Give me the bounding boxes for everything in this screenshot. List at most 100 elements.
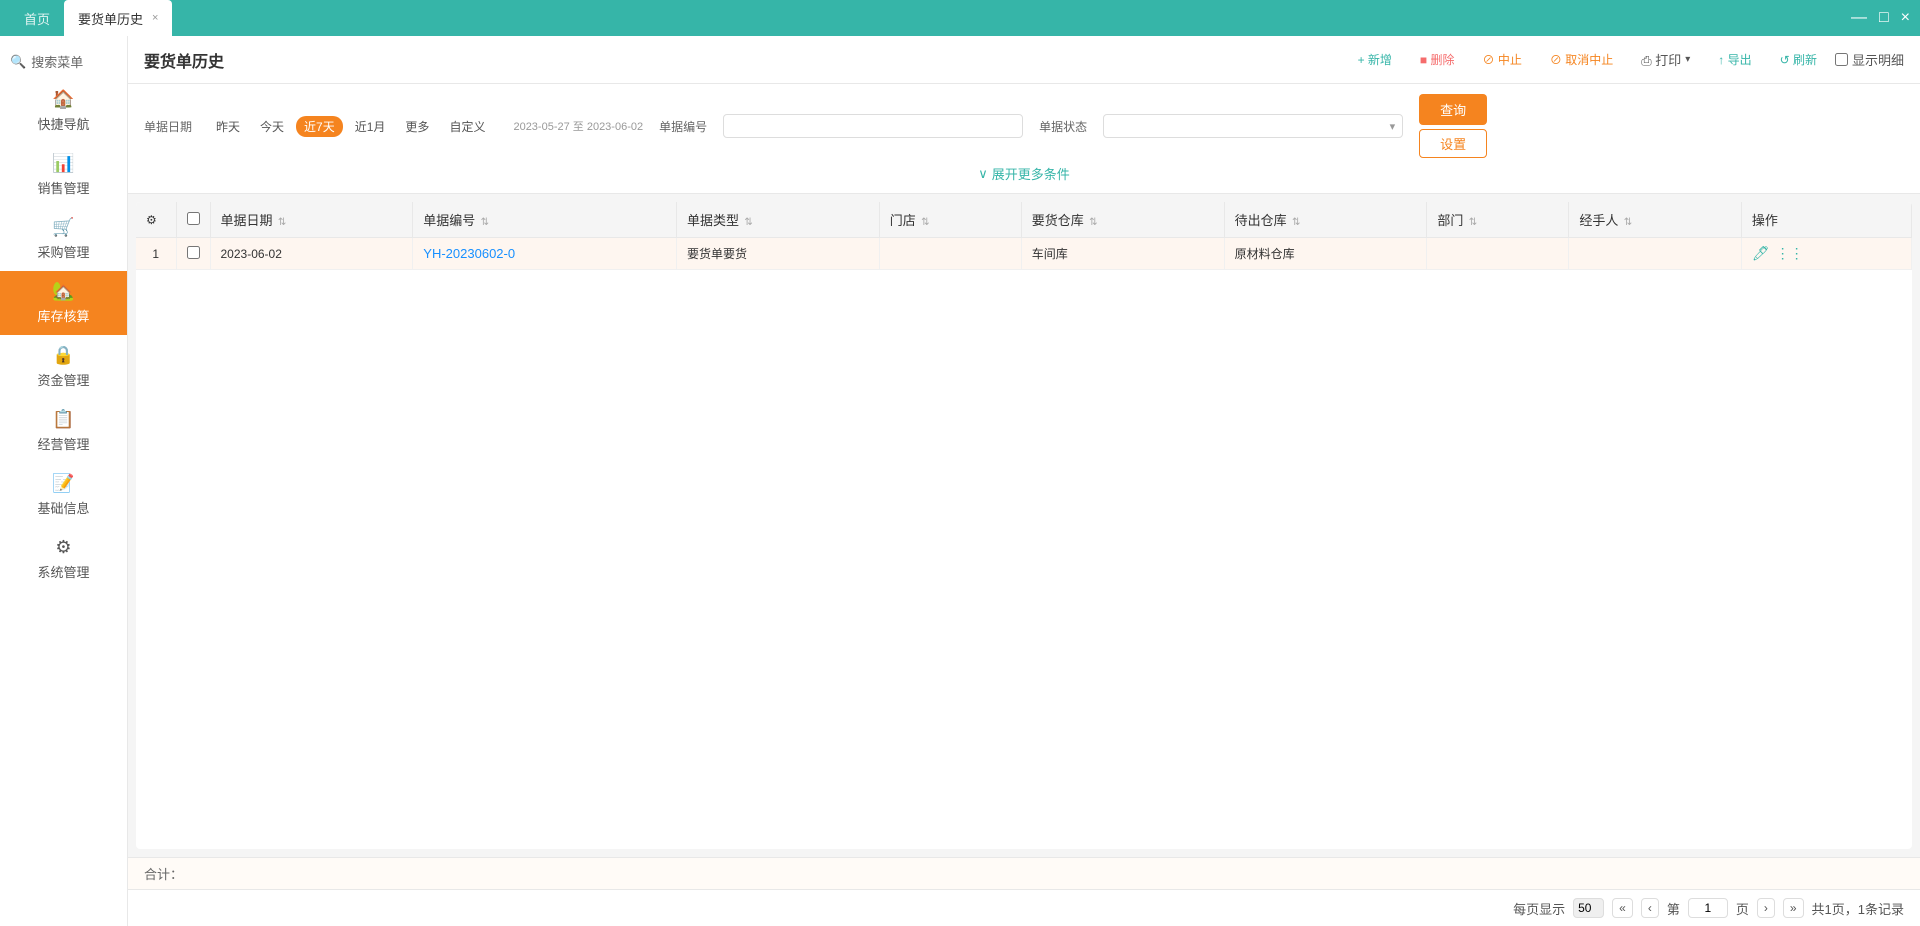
col-doc-no[interactable]: 单据编号 ⇅ bbox=[413, 202, 677, 238]
display-detail-input[interactable] bbox=[1835, 53, 1848, 66]
page-input[interactable] bbox=[1688, 898, 1728, 918]
sidebar-label-finance: 资金管理 bbox=[37, 370, 89, 389]
doc-no-link[interactable]: YH-20230602-0 bbox=[423, 246, 515, 261]
sort-handler-icon[interactable]: ⇅ bbox=[1624, 217, 1632, 228]
cell-department bbox=[1427, 238, 1569, 270]
page-suffix: 页 bbox=[1736, 899, 1749, 918]
cancel-stop-button[interactable]: ⊘ 取消中止 bbox=[1540, 47, 1623, 72]
col-pending-warehouse[interactable]: 待出仓库 ⇅ bbox=[1224, 202, 1427, 238]
close-tab-icon[interactable]: × bbox=[152, 12, 158, 24]
shortcut-today[interactable]: 今天 bbox=[252, 116, 292, 137]
row-edit-icon[interactable]: 🖊 bbox=[1752, 245, 1770, 262]
filter-bar: 单据日期 昨天 今天 近7天 近1月 更多 自定义 2023-05-27 至 2… bbox=[128, 84, 1920, 194]
inventory-icon: 🏡 bbox=[52, 281, 74, 302]
page-title: 要货单历史 bbox=[144, 48, 1340, 72]
sidebar-label-operation: 经营管理 bbox=[37, 434, 89, 453]
select-all-checkbox[interactable] bbox=[187, 212, 200, 225]
sidebar-item-purchase[interactable]: 🛒 采购管理 bbox=[0, 207, 127, 271]
sidebar-item-inventory[interactable]: 🏡 库存核算 bbox=[0, 271, 127, 335]
col-checkbox bbox=[176, 202, 210, 238]
date-range: 2023-05-27 至 2023-06-02 bbox=[513, 118, 643, 134]
query-button[interactable]: 查询 bbox=[1419, 94, 1487, 125]
sales-icon: 📊 bbox=[52, 153, 74, 174]
sidebar-item-basic[interactable]: 📝 基础信息 bbox=[0, 463, 127, 527]
sidebar-label-system: 系统管理 bbox=[37, 562, 89, 581]
search-label: 搜索菜单 bbox=[31, 52, 83, 71]
col-action: 操作 bbox=[1741, 202, 1911, 238]
expand-more-btn[interactable]: ∨ 展开更多条件 bbox=[144, 164, 1904, 183]
sort-doc-type-icon[interactable]: ⇅ bbox=[744, 217, 752, 228]
sidebar-item-operation[interactable]: 📋 经营管理 bbox=[0, 399, 127, 463]
display-detail-checkbox[interactable]: 显示明细 bbox=[1835, 50, 1904, 69]
cell-doc-no: YH-20230602-0 bbox=[413, 238, 677, 270]
col-req-warehouse[interactable]: 要货仓库 ⇅ bbox=[1021, 202, 1224, 238]
shortcut-yesterday[interactable]: 昨天 bbox=[208, 116, 248, 137]
sort-store-icon[interactable]: ⇅ bbox=[921, 217, 929, 228]
sidebar-item-sales[interactable]: 📊 销售管理 bbox=[0, 143, 127, 207]
cell-store bbox=[879, 238, 1021, 270]
doc-status-select[interactable] bbox=[1103, 114, 1403, 138]
stop-button[interactable]: ⊘ 中止 bbox=[1473, 47, 1532, 72]
col-doc-date[interactable]: 单据日期 ⇅ bbox=[210, 202, 413, 238]
sort-req-warehouse-icon[interactable]: ⇅ bbox=[1089, 217, 1097, 228]
new-button[interactable]: + 新增 bbox=[1348, 47, 1402, 72]
action-buttons: 查询 设置 bbox=[1419, 94, 1487, 158]
shortcut-7days[interactable]: 近7天 bbox=[296, 116, 343, 137]
sidebar-item-system[interactable]: ⚙ 系统管理 bbox=[0, 527, 127, 591]
settings-button[interactable]: 设置 bbox=[1419, 129, 1487, 158]
last-page-btn[interactable]: » bbox=[1783, 898, 1804, 918]
delete-button[interactable]: ■ 删除 bbox=[1410, 47, 1465, 72]
tab-active[interactable]: 要货单历史 × bbox=[64, 0, 172, 36]
sidebar-label-shortcut: 快捷导航 bbox=[37, 114, 89, 133]
row-action-group: 🖊 ⋮⋮ bbox=[1752, 245, 1901, 262]
prev-page-btn[interactable]: ‹ bbox=[1641, 898, 1659, 918]
col-store[interactable]: 门店 ⇅ bbox=[879, 202, 1021, 238]
sidebar-label-purchase: 采购管理 bbox=[37, 242, 89, 261]
print-dropdown-icon[interactable]: ▾ bbox=[1685, 54, 1690, 65]
total-info: 共1页，1条记录 bbox=[1812, 899, 1904, 918]
shortcut-custom[interactable]: 自定义 bbox=[441, 116, 493, 137]
sidebar-search[interactable]: 🔍 搜索菜单 bbox=[0, 44, 127, 79]
col-doc-type[interactable]: 单据类型 ⇅ bbox=[676, 202, 879, 238]
row-num: 1 bbox=[136, 238, 176, 270]
window-close-icon[interactable]: × bbox=[1901, 9, 1910, 27]
content-area: 要货单历史 + 新增 ■ 删除 ⊘ 中止 ⊘ 取消中止 ⎙ 打印 ▾ ↑ 导出 … bbox=[128, 36, 1920, 926]
cell-handler bbox=[1569, 238, 1741, 270]
row-more-icon[interactable]: ⋮⋮ bbox=[1776, 245, 1804, 262]
table-row: 1 2023-06-02 YH-20230602-0 要货单要货 车间库 原材料… bbox=[136, 238, 1912, 270]
refresh-button[interactable]: ↺ 刷新 bbox=[1770, 47, 1827, 72]
table-footer: 合计： bbox=[128, 857, 1920, 889]
sort-doc-no-icon[interactable]: ⇅ bbox=[481, 217, 489, 228]
col-department[interactable]: 部门 ⇅ bbox=[1427, 202, 1569, 238]
sidebar-label-sales: 销售管理 bbox=[37, 178, 89, 197]
print-button[interactable]: ⎙ 打印 ▾ bbox=[1631, 46, 1700, 73]
next-page-btn[interactable]: › bbox=[1757, 898, 1775, 918]
sort-pending-warehouse-icon[interactable]: ⇅ bbox=[1292, 217, 1300, 228]
table-header-row: ⚙ 单据日期 ⇅ 单据编号 ⇅ 单据类型 bbox=[136, 202, 1912, 238]
sort-department-icon[interactable]: ⇅ bbox=[1469, 217, 1477, 228]
maximize-icon[interactable]: □ bbox=[1879, 9, 1889, 27]
purchase-icon: 🛒 bbox=[52, 217, 74, 238]
per-page-select[interactable]: 10 20 50 100 bbox=[1573, 898, 1604, 918]
export-button[interactable]: ↑ 导出 bbox=[1708, 47, 1761, 72]
minimize-icon[interactable]: — bbox=[1851, 9, 1867, 27]
top-bar: 首页 要货单历史 × — □ × bbox=[0, 0, 1920, 36]
sidebar: 🔍 搜索菜单 🏠 快捷导航 📊 销售管理 🛒 采购管理 🏡 库存核算 🔒 资金管… bbox=[0, 36, 128, 926]
expand-chevron-icon: ∨ bbox=[978, 166, 988, 182]
sidebar-item-shortcut[interactable]: 🏠 快捷导航 bbox=[0, 79, 127, 143]
first-page-btn[interactable]: « bbox=[1612, 898, 1633, 918]
sidebar-item-finance[interactable]: 🔒 资金管理 bbox=[0, 335, 127, 399]
operation-icon: 📋 bbox=[52, 409, 74, 430]
doc-no-input[interactable] bbox=[723, 114, 1023, 138]
data-table: ⚙ 单据日期 ⇅ 单据编号 ⇅ 单据类型 bbox=[136, 202, 1912, 270]
shortcut-more[interactable]: 更多 bbox=[397, 116, 437, 137]
date-shortcuts: 昨天 今天 近7天 近1月 更多 自定义 bbox=[208, 116, 493, 137]
sidebar-label-basic: 基础信息 bbox=[37, 498, 89, 517]
col-handler[interactable]: 经手人 ⇅ bbox=[1569, 202, 1741, 238]
tab-home[interactable]: 首页 bbox=[10, 0, 64, 36]
row-checkbox[interactable] bbox=[187, 246, 200, 259]
sort-doc-date-icon[interactable]: ⇅ bbox=[278, 217, 286, 228]
col-settings[interactable]: ⚙ bbox=[136, 202, 176, 238]
table-container: ⚙ 单据日期 ⇅ 单据编号 ⇅ 单据类型 bbox=[136, 202, 1912, 849]
shortcut-1month[interactable]: 近1月 bbox=[347, 116, 394, 137]
